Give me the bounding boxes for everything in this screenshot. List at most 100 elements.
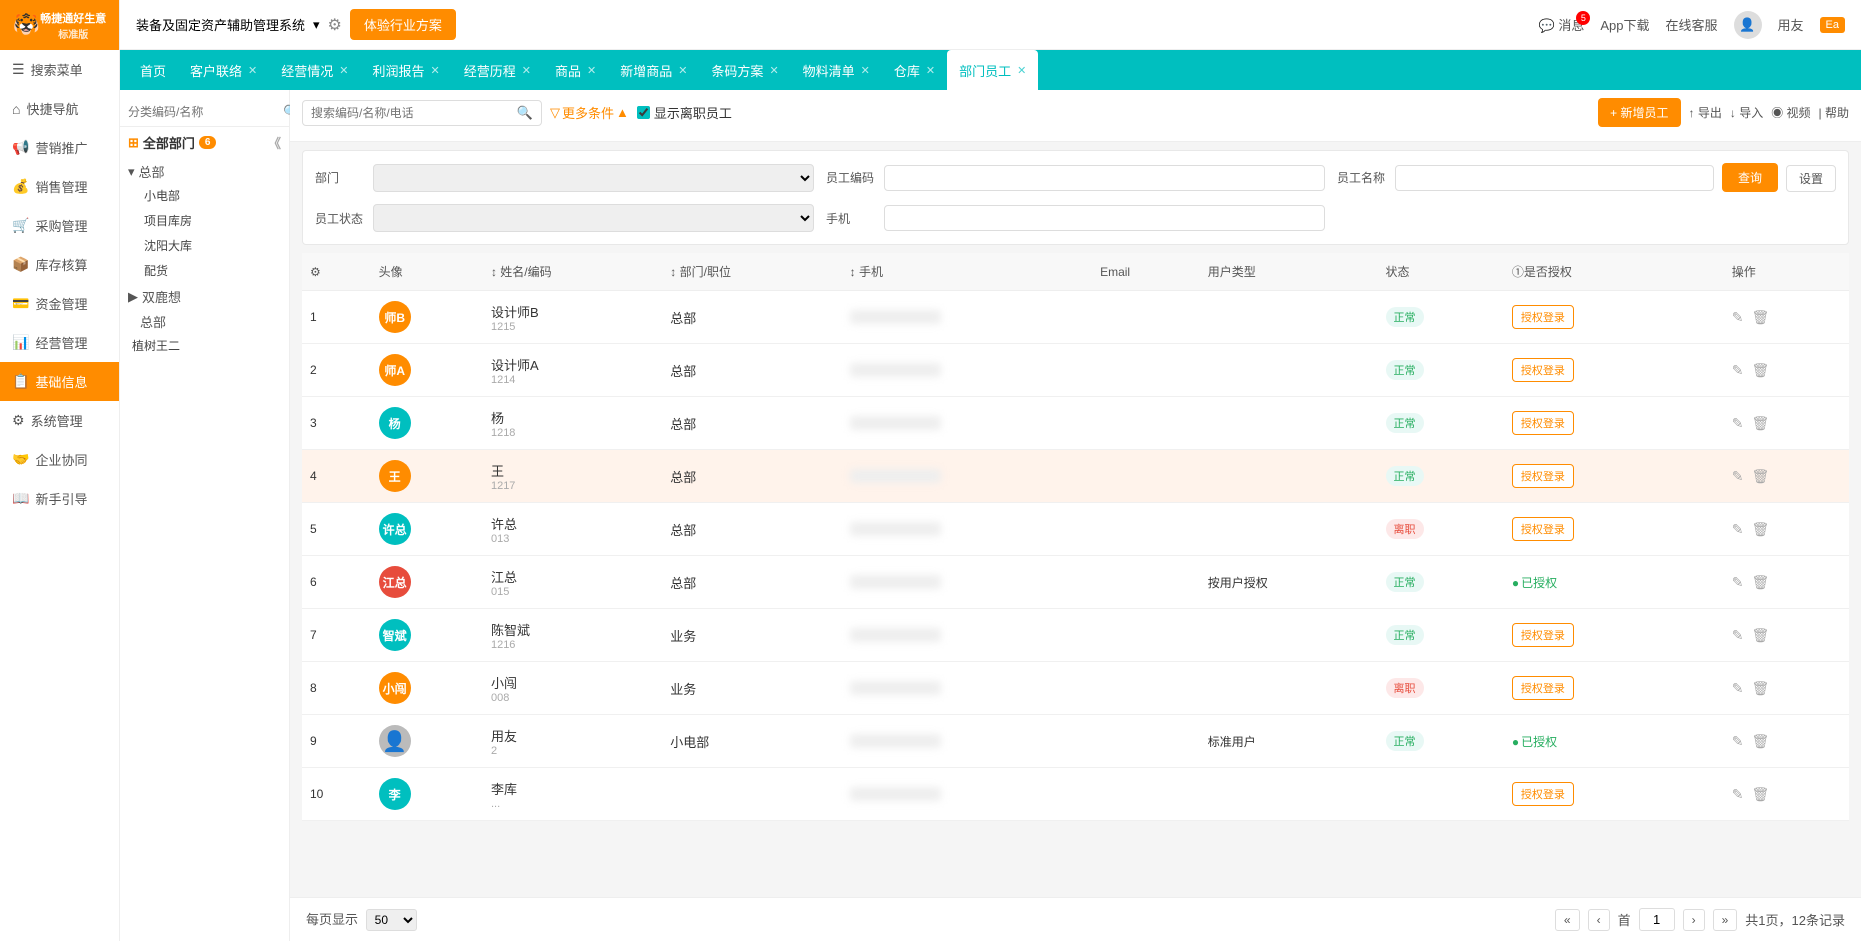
app-download-link[interactable]: App下载 bbox=[1600, 15, 1649, 34]
delete-icon[interactable]: 🗑 bbox=[1751, 415, 1769, 432]
next-page-btn[interactable]: › bbox=[1683, 909, 1705, 931]
last-page-btn[interactable]: » bbox=[1713, 909, 1738, 931]
dept-child-zhishu[interactable]: 植树王二 bbox=[120, 333, 289, 358]
edit-icon[interactable]: ✎ bbox=[1732, 309, 1744, 326]
edit-icon[interactable]: ✎ bbox=[1732, 574, 1744, 591]
per-page-select[interactable]: 50 20 100 bbox=[366, 909, 417, 931]
tab-home[interactable]: 首页 bbox=[128, 50, 178, 90]
dept-section-zongbu2[interactable]: 总部 bbox=[120, 308, 289, 333]
tab-new-goods[interactable]: 新增商品✕ bbox=[608, 50, 699, 90]
tab-close-new-goods[interactable]: ✕ bbox=[678, 64, 687, 77]
topbar-dropdown-btn[interactable]: ▾ bbox=[313, 17, 320, 33]
sidebar-item-quicknav[interactable]: ⌂ 快捷导航 bbox=[0, 89, 119, 128]
online-service-link[interactable]: 在线客服 bbox=[1666, 15, 1718, 34]
empname-filter-input[interactable] bbox=[1395, 165, 1714, 191]
authorize-btn[interactable]: 授权登录 bbox=[1512, 411, 1574, 435]
edit-icon[interactable]: ✎ bbox=[1732, 362, 1744, 379]
dept-child-xiaodian[interactable]: 小电部 bbox=[120, 183, 289, 208]
authorize-btn[interactable]: 授权登录 bbox=[1512, 305, 1574, 329]
delete-icon[interactable]: 🗑 bbox=[1751, 733, 1769, 750]
phone-filter-input[interactable] bbox=[884, 205, 1325, 231]
add-employee-btn[interactable]: + 新增员工 bbox=[1598, 98, 1680, 127]
delete-icon[interactable]: 🗑 bbox=[1751, 680, 1769, 697]
show-resigned-label[interactable]: 显示离职员工 bbox=[637, 103, 732, 122]
tab-operation[interactable]: 经营情况✕ bbox=[269, 50, 360, 90]
sidebar-item-system[interactable]: ⚙ 系统管理 bbox=[0, 401, 119, 440]
page-number-input[interactable] bbox=[1639, 908, 1675, 931]
delete-icon[interactable]: 🗑 bbox=[1751, 309, 1769, 326]
tab-warehouse[interactable]: 仓库✕ bbox=[882, 50, 947, 90]
dept-section-zongbu[interactable]: ▾ 总部 bbox=[120, 158, 289, 183]
tab-close-history[interactable]: ✕ bbox=[522, 64, 531, 77]
dept-child-shenyang[interactable]: 沈阳大库 bbox=[120, 233, 289, 258]
sidebar-item-enterprise[interactable]: 🤝 企业协同 bbox=[0, 440, 119, 479]
edit-icon[interactable]: ✎ bbox=[1732, 415, 1744, 432]
tab-close-profit[interactable]: ✕ bbox=[431, 64, 440, 77]
th-phone[interactable]: ↕ 手机 bbox=[842, 253, 1092, 291]
edit-icon[interactable]: ✎ bbox=[1732, 680, 1744, 697]
status-filter-select[interactable] bbox=[373, 204, 814, 232]
help-btn[interactable]: | 帮助 bbox=[1819, 98, 1849, 127]
filter-more-btn[interactable]: ▽ 更多条件 ▲ bbox=[550, 103, 629, 122]
authorize-btn[interactable]: 授权登录 bbox=[1512, 517, 1574, 541]
prev-page-btn[interactable]: ‹ bbox=[1588, 909, 1610, 931]
authorize-btn[interactable]: 授权登录 bbox=[1512, 464, 1574, 488]
tab-customer[interactable]: 客户联络✕ bbox=[178, 50, 269, 90]
sidebar-item-sales[interactable]: 💰 销售管理 bbox=[0, 167, 119, 206]
edit-icon[interactable]: ✎ bbox=[1732, 786, 1744, 803]
filter-search-input[interactable] bbox=[311, 106, 517, 120]
dept-search-input[interactable] bbox=[128, 105, 283, 119]
th-name[interactable]: ↕ 姓名/编码 bbox=[483, 253, 662, 291]
sidebar-item-purchase[interactable]: 🛒 采购管理 bbox=[0, 206, 119, 245]
tab-close-customer[interactable]: ✕ bbox=[248, 64, 257, 77]
user-avatar[interactable]: 👤 bbox=[1734, 11, 1762, 39]
empcode-filter-input[interactable] bbox=[884, 165, 1325, 191]
query-btn[interactable]: 查询 bbox=[1722, 163, 1778, 192]
edit-icon[interactable]: ✎ bbox=[1732, 627, 1744, 644]
tab-close-warehouse[interactable]: ✕ bbox=[926, 64, 935, 77]
authorize-btn[interactable]: 授权登录 bbox=[1512, 676, 1574, 700]
delete-icon[interactable]: 🗑 bbox=[1751, 521, 1769, 538]
edit-icon[interactable]: ✎ bbox=[1732, 521, 1744, 538]
authorize-btn[interactable]: 授权登录 bbox=[1512, 782, 1574, 806]
tab-barcode[interactable]: 条码方案✕ bbox=[699, 50, 790, 90]
export-btn[interactable]: ↑ 导出 bbox=[1689, 98, 1722, 127]
first-page-btn[interactable]: « bbox=[1555, 909, 1580, 931]
sidebar-item-operation[interactable]: 📊 经营管理 bbox=[0, 323, 119, 362]
sidebar-item-finance[interactable]: 💳 资金管理 bbox=[0, 284, 119, 323]
edit-icon[interactable]: ✎ bbox=[1732, 468, 1744, 485]
sidebar-item-inventory[interactable]: 📦 库存核算 bbox=[0, 245, 119, 284]
set-btn[interactable]: 设置 bbox=[1786, 165, 1836, 192]
sidebar-item-search[interactable]: ☰ 搜索菜单 bbox=[0, 50, 119, 89]
tab-profit[interactable]: 利润报告✕ bbox=[360, 50, 451, 90]
tab-close-bom[interactable]: ✕ bbox=[861, 64, 870, 77]
tab-goods[interactable]: 商品✕ bbox=[543, 50, 608, 90]
video-btn[interactable]: ◉ 视频 bbox=[1771, 98, 1810, 127]
dept-child-project[interactable]: 项目库房 bbox=[120, 208, 289, 233]
import-btn[interactable]: ↓ 导入 bbox=[1730, 98, 1763, 127]
sidebar-item-basic[interactable]: 📋 基础信息 bbox=[0, 362, 119, 401]
trial-btn[interactable]: 体验行业方案 bbox=[350, 9, 456, 40]
edit-icon[interactable]: ✎ bbox=[1732, 733, 1744, 750]
tab-close-operation[interactable]: ✕ bbox=[339, 64, 348, 77]
topbar-gear-icon[interactable]: ⚙ bbox=[328, 15, 342, 35]
sidebar-item-marketing[interactable]: 📢 营销推广 bbox=[0, 128, 119, 167]
tab-bom[interactable]: 物料清单✕ bbox=[791, 50, 882, 90]
delete-icon[interactable]: 🗑 bbox=[1751, 468, 1769, 485]
delete-icon[interactable]: 🗑 bbox=[1751, 574, 1769, 591]
dept-child-peihuo[interactable]: 配货 bbox=[120, 258, 289, 283]
th-settings[interactable]: ⚙ bbox=[302, 253, 371, 291]
authorize-btn[interactable]: 授权登录 bbox=[1512, 358, 1574, 382]
sidebar-item-guide[interactable]: 📖 新手引导 bbox=[0, 479, 119, 518]
show-resigned-checkbox[interactable] bbox=[637, 106, 650, 119]
tab-history[interactable]: 经营历程✕ bbox=[452, 50, 543, 90]
delete-icon[interactable]: 🗑 bbox=[1751, 362, 1769, 379]
tab-employee[interactable]: 部门员工✕ bbox=[947, 50, 1038, 90]
authorize-btn[interactable]: 授权登录 bbox=[1512, 623, 1574, 647]
th-dept[interactable]: ↕ 部门/职位 bbox=[662, 253, 841, 291]
delete-icon[interactable]: 🗑 bbox=[1751, 627, 1769, 644]
tab-close-goods[interactable]: ✕ bbox=[587, 64, 596, 77]
dept-section-shuangluxiang[interactable]: ▶ 双鹿想 bbox=[120, 283, 289, 308]
delete-icon[interactable]: 🗑 bbox=[1751, 786, 1769, 803]
message-badge[interactable]: 💬 消息 5 bbox=[1539, 15, 1585, 34]
